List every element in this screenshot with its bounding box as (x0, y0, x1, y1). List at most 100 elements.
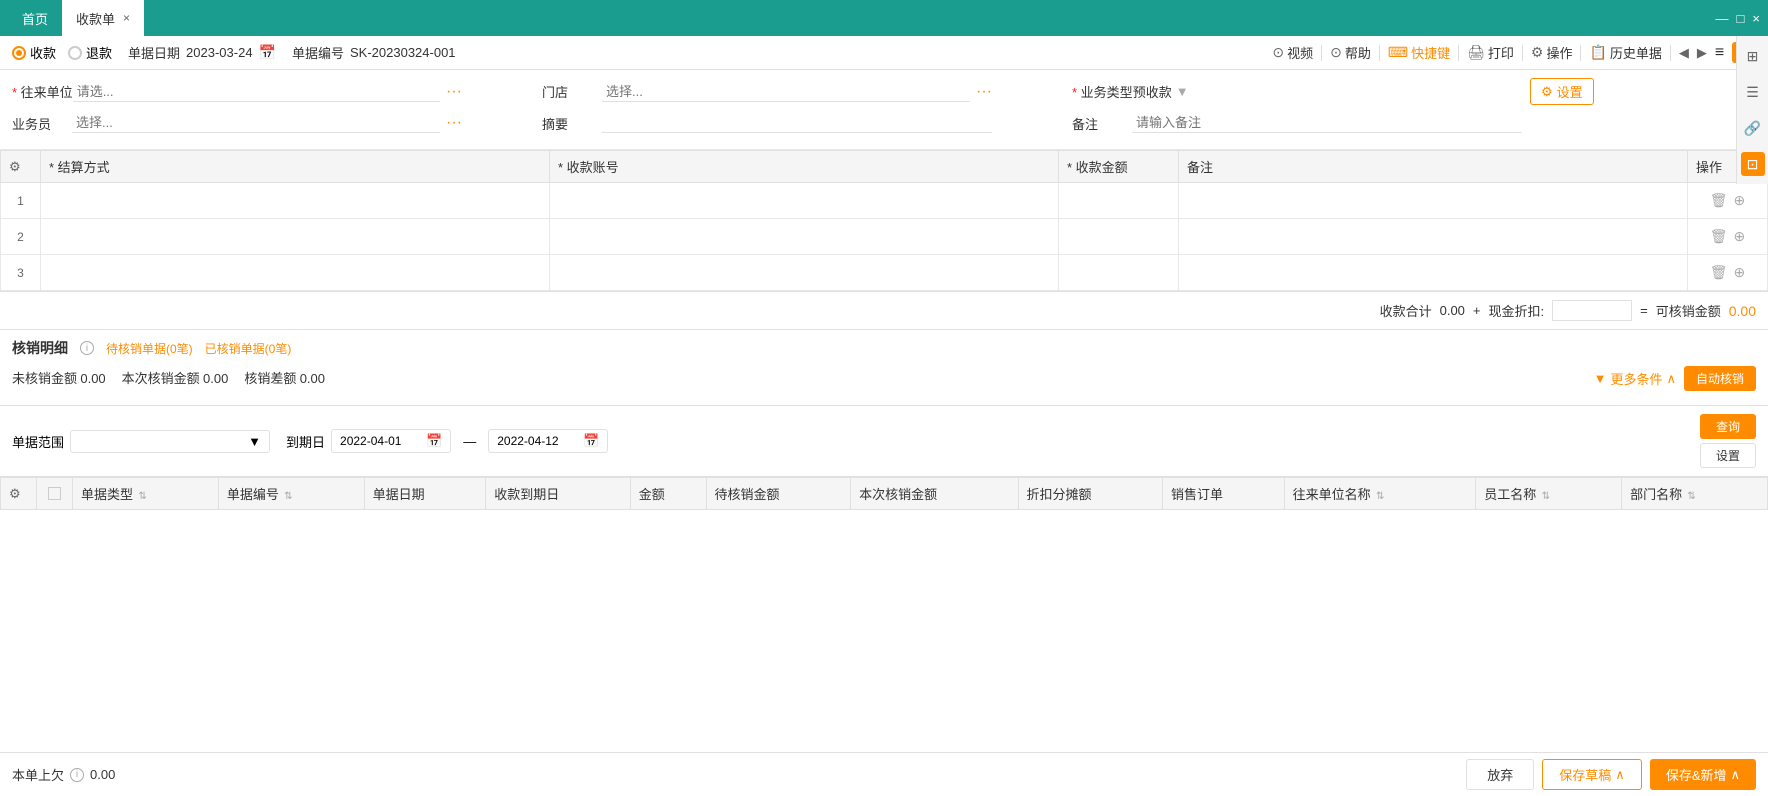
row1-copy-icon[interactable]: ⊕ (1734, 192, 1746, 209)
nav-next-btn[interactable]: ▶ (1697, 45, 1707, 61)
sidebar-icon-link[interactable]: 🔗 (1741, 116, 1765, 140)
biz-type-arrow[interactable]: ▼ (1176, 84, 1189, 99)
shortcut-btn[interactable]: ⌨ 快捷键 (1388, 43, 1450, 62)
row1-remark-input[interactable] (1179, 183, 1687, 218)
date-to-calendar-icon[interactable]: 📅 (583, 433, 599, 449)
row2-account[interactable] (550, 219, 1059, 255)
row2-amount-input[interactable] (1059, 219, 1178, 254)
row1-settlement-input[interactable] (41, 183, 549, 218)
draft-btn[interactable]: 保存草稿 ∧ (1542, 759, 1642, 790)
sidebar-icon-frame[interactable]: ⊡ (1741, 152, 1765, 176)
staff-sort-icon[interactable]: ⇅ (1542, 491, 1550, 502)
date-to-input[interactable]: 📅 (488, 429, 608, 453)
doc-no-sort-icon[interactable]: ⇅ (284, 491, 292, 502)
row1-delete-icon[interactable]: 🗑 (1710, 192, 1728, 209)
window-restore[interactable]: □ (1737, 11, 1745, 26)
row2-settlement-input[interactable] (41, 219, 549, 254)
video-label: 视频 (1287, 43, 1313, 62)
row2-remark[interactable] (1179, 219, 1688, 255)
history-btn[interactable]: 📋 历史单据 (1589, 43, 1661, 62)
sidebar-icon-list[interactable]: ☰ (1741, 80, 1765, 104)
more-conditions-btn[interactable]: ▼ 更多条件 ∧ (1594, 369, 1676, 388)
row1-remark[interactable] (1179, 183, 1688, 219)
tab-close-icon[interactable]: × (123, 11, 130, 25)
row3-settlement-input[interactable] (41, 255, 549, 290)
footer-right: 放弃 保存草稿 ∧ 保存&新增 ∧ (1466, 759, 1756, 790)
help-btn[interactable]: ⊙ 帮助 (1330, 43, 1371, 62)
row1-amount[interactable] (1059, 183, 1179, 219)
row2-remark-input[interactable] (1179, 219, 1687, 254)
col-setting-icon[interactable]: ⚙ (9, 159, 21, 174)
row3-remark-input[interactable] (1179, 255, 1687, 290)
row1-settlement[interactable] (41, 183, 550, 219)
range-field: 单据范围 ▼ (12, 430, 270, 453)
row2-copy-icon[interactable]: ⊕ (1734, 228, 1746, 245)
row3-delete-icon[interactable]: 🗑 (1710, 264, 1728, 281)
dept-sort-icon[interactable]: ⇅ (1687, 491, 1695, 502)
row2-amount[interactable] (1059, 219, 1179, 255)
date-from-field[interactable] (340, 434, 420, 448)
help-icon: ⊙ (1330, 44, 1342, 61)
counterpart-input[interactable] (73, 82, 440, 102)
operation-btn[interactable]: ⚙ 操作 (1531, 43, 1573, 62)
row2-account-input[interactable] (550, 219, 1058, 254)
date-to-field[interactable] (497, 434, 577, 448)
save-new-label: 保存&新增 (1666, 765, 1727, 784)
row3-remark[interactable] (1179, 255, 1688, 291)
divider6 (1670, 45, 1671, 61)
row3-settlement[interactable] (41, 255, 550, 291)
counterpart-more-btn[interactable]: ··· (446, 83, 462, 101)
query-settings-btn[interactable]: 设置 (1700, 443, 1756, 468)
row3-account-input[interactable] (550, 255, 1058, 290)
date-dash: — (463, 434, 476, 449)
doc-type-sort-icon[interactable]: ⇅ (138, 491, 146, 502)
radio-refund[interactable]: 退款 (68, 43, 112, 62)
done-tab-link[interactable]: 已核销单据(0笔) (205, 340, 292, 357)
row1-account-input[interactable] (550, 183, 1058, 218)
pending-tab-link[interactable]: 待核销单据(0笔) (106, 340, 193, 357)
tab-home[interactable]: 首页 (8, 0, 62, 36)
query-btn[interactable]: 查询 (1700, 414, 1756, 439)
summary-input[interactable] (602, 113, 992, 133)
video-icon: ⊙ (1272, 44, 1284, 61)
row3-copy-icon[interactable]: ⊕ (1734, 264, 1746, 281)
sidebar-icon-table[interactable]: ⊞ (1741, 44, 1765, 68)
row1-account[interactable] (550, 183, 1059, 219)
range-select[interactable]: ▼ (70, 430, 270, 453)
bottom-col-setting-icon[interactable]: ⚙ (9, 486, 21, 501)
save-new-btn[interactable]: 保存&新增 ∧ (1650, 759, 1756, 790)
biz-type-label: 业务类型 (1072, 82, 1133, 101)
menu-icon[interactable]: ≡ (1715, 44, 1724, 62)
footer-info-icon[interactable]: i (70, 768, 84, 782)
staff-more-btn[interactable]: ··· (446, 114, 462, 132)
verify-info-icon[interactable]: i (80, 341, 94, 355)
store-input[interactable] (602, 82, 970, 102)
remark-input[interactable] (1132, 113, 1522, 133)
print-btn[interactable]: 🖨 打印 (1467, 43, 1514, 62)
video-btn[interactable]: ⊙ 视频 (1272, 43, 1313, 62)
select-all-checkbox[interactable] (48, 487, 61, 500)
discard-btn[interactable]: 放弃 (1466, 759, 1534, 790)
row3-amount[interactable] (1059, 255, 1179, 291)
discount-input[interactable] (1552, 300, 1632, 321)
row3-amount-input[interactable] (1059, 255, 1178, 290)
nav-prev-btn[interactable]: ◀ (1679, 45, 1689, 61)
calendar-icon[interactable]: 📅 (259, 44, 276, 61)
radio-receive[interactable]: 收款 (12, 43, 56, 62)
date-from-calendar-icon[interactable]: 📅 (426, 433, 442, 449)
row1-amount-input[interactable] (1059, 183, 1178, 218)
staff-input[interactable] (72, 113, 440, 133)
counterpart-sort-icon[interactable]: ⇅ (1376, 491, 1384, 502)
biz-type-value: 预收款 (1133, 82, 1172, 101)
row3-account[interactable] (550, 255, 1059, 291)
set-button[interactable]: ⚙ 设置 (1530, 78, 1594, 105)
store-more-btn[interactable]: ··· (976, 83, 992, 101)
auto-verify-btn[interactable]: 自动核销 (1684, 366, 1756, 391)
row2-delete-icon[interactable]: 🗑 (1710, 228, 1728, 245)
window-minimize[interactable]: — (1716, 11, 1729, 26)
window-close[interactable]: × (1752, 11, 1760, 26)
tab-current[interactable]: 收款单 × (62, 0, 144, 36)
date-from-input[interactable]: 📅 (331, 429, 451, 453)
divider2 (1379, 45, 1380, 61)
row2-settlement[interactable] (41, 219, 550, 255)
